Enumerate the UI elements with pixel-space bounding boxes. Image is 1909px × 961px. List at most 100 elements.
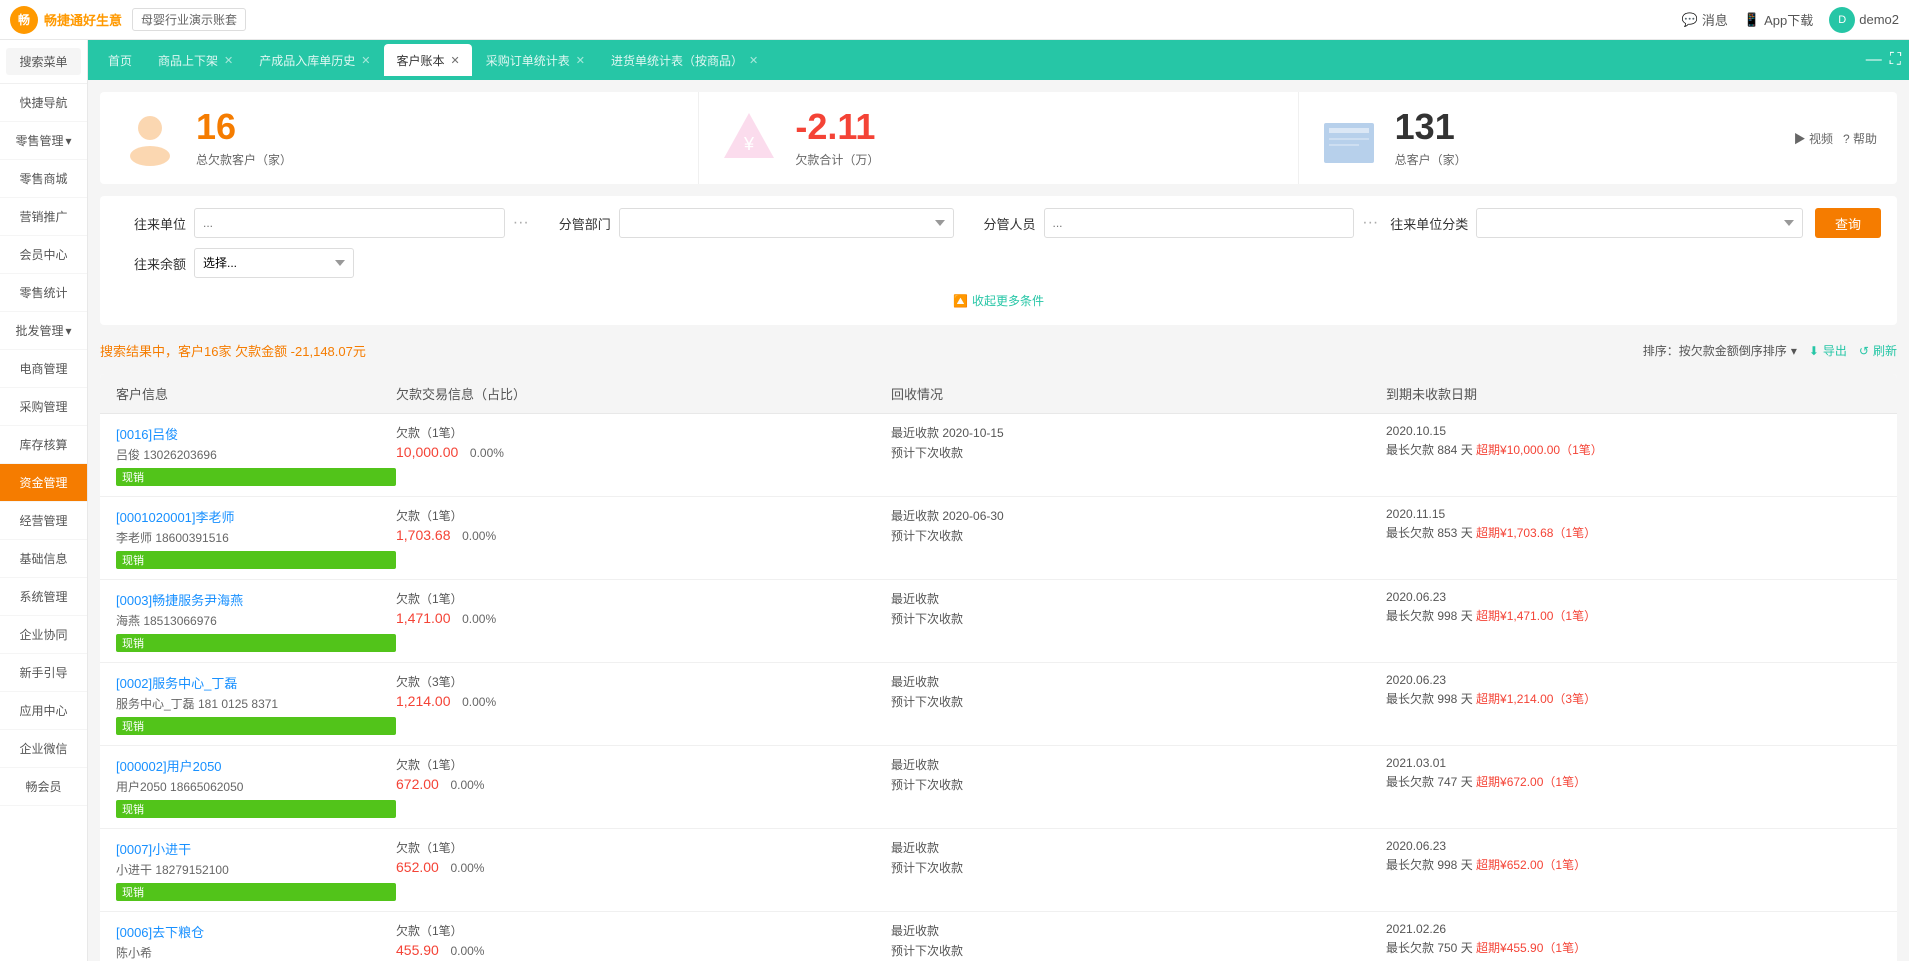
debt-percent-2: 0.00% [462,529,496,543]
customer-tag-5: 现销 [116,800,396,818]
sidebar: 搜索菜单 快捷导航 零售管理 ▾ 零售商城 营销推广 会员中心 零售统计 批 [0,40,88,961]
tab-product-off[interactable]: 商品上下架 ✕ [146,44,245,76]
recovery-info-6: 最近收款 预计下次收款 [891,839,1386,876]
filter-area: 往来单位 ··· 分管部门 分管人员 [100,196,1897,325]
sidebar-item-basic-info[interactable]: 基础信息 [0,540,87,578]
customer-info-2: [0001020001]李老师 李老师 18600391516 现销 [116,507,396,569]
tab-close-purchase-order[interactable]: ✕ [576,54,585,67]
overdue-link-5[interactable]: 超期¥672.00（1笔） [1476,775,1586,789]
sidebar-item-finance[interactable]: 资金管理 [0,464,87,502]
tab-expand-btn[interactable]: ⛶ [1890,51,1901,69]
debt-amount-2: 1,703.68 [396,527,451,543]
tab-close-customer-account[interactable]: ✕ [451,54,460,67]
stat-icon-total [1319,108,1379,168]
sidebar-item-marketing[interactable]: 营销推广 [0,198,87,236]
tab-close-product-off[interactable]: ✕ [224,54,233,67]
search-menu-btn[interactable]: 搜索菜单 [6,48,81,75]
overdue-link-3[interactable]: 超期¥1,471.00（1笔） [1476,609,1596,623]
filter-manager-dots[interactable]: ··· [1362,214,1378,232]
sidebar-item-inventory[interactable]: 库存核算 [0,426,87,464]
tab-home[interactable]: 首页 [96,44,144,76]
customer-name-link-3[interactable]: [0003]畅捷服务尹海燕 [116,590,396,609]
customer-name-link-4[interactable]: [0002]服务中心_丁磊 [116,673,396,692]
sidebar-item-quick-nav[interactable]: 快捷导航 [0,84,87,122]
sidebar-item-retail-mall[interactable]: 零售商城 [0,160,87,198]
tab-customer-account[interactable]: 客户账本 ✕ [384,44,471,76]
filter-from-unit-dots[interactable]: ··· [513,214,529,232]
refresh-btn[interactable]: ↺ 刷新 [1859,342,1897,359]
sidebar-item-enterprise[interactable]: 企业协同 [0,616,87,654]
filter-balance-label: 往来余额 [116,254,186,273]
customer-contact-1: 吕俊 13026203696 [116,446,396,463]
sidebar-item-app-center[interactable]: 应用中心 [0,692,87,730]
sidebar-item-retail-mgmt[interactable]: 零售管理 ▾ [0,122,87,160]
overdue-link-4[interactable]: 超期¥1,214.00（3笔） [1476,692,1596,706]
tab-close-import-stats[interactable]: ✕ [749,54,758,67]
stat-number-customers: 16 [196,109,678,145]
customer-contact-5: 用户2050 18665062050 [116,778,396,795]
customer-contact-7: 陈小希 [116,944,396,961]
stat-label-total: 总客户（家） [1395,151,1762,168]
stat-label-customers: 总欠款客户（家） [196,151,678,168]
message-btn[interactable]: 💬 消息 [1682,10,1728,29]
stat-card-total-debt: ¥ -2.11 欠款合计（万） [699,92,1298,184]
customer-info-6: [0007]小进干 小进干 18279152100 现销 [116,839,396,901]
overdue-link-1[interactable]: 超期¥10,000.00（1笔） [1476,443,1603,457]
stat-content-debt: -2.11 欠款合计（万） [795,109,1277,168]
customer-name-link-1[interactable]: [0016]吕俊 [116,424,396,443]
customer-name-link-5[interactable]: [000002]用户2050 [116,756,396,775]
export-btn[interactable]: ⬇ 导出 [1809,342,1847,359]
sidebar-item-ecommerce[interactable]: 电商管理 [0,350,87,388]
sidebar-item-batch-mgmt[interactable]: 批发管理 ▾ [0,312,87,350]
customer-name-link-7[interactable]: [0006]去下粮仓 [116,922,396,941]
customer-contact-4: 服务中心_丁磊 181 0125 8371 [116,695,396,712]
stat-card-actions: ▶ 视频 ? 帮助 [1778,130,1877,147]
sidebar-item-system[interactable]: 系统管理 [0,578,87,616]
debt-label-7: 欠款（1笔） [396,922,891,939]
tab-purchase-order-stats[interactable]: 采购订单统计表 ✕ [474,44,597,76]
sidebar-item-purchase[interactable]: 采购管理 [0,388,87,426]
filter-manager-input[interactable] [1044,208,1355,238]
tab-production-history[interactable]: 产成品入库单历史 ✕ [247,44,382,76]
overdue-info-4: 2020.06.23 最长欠款 998 天 超期¥1,214.00（3笔） [1386,673,1881,707]
sidebar-item-operations[interactable]: 经营管理 [0,502,87,540]
tab-close-production-history[interactable]: ✕ [361,54,370,67]
overdue-link-2[interactable]: 超期¥1,703.68（1笔） [1476,526,1596,540]
sidebar-item-new-guide[interactable]: 新手引导 [0,654,87,692]
filter-from-unit: 往来单位 ··· [116,208,529,238]
sort-button[interactable]: 排序：按欠款金额倒序排序 ▾ [1643,342,1797,359]
store-selector[interactable]: 母婴行业演示账套 [132,8,246,31]
customer-tag-4: 现销 [116,717,396,735]
customer-info-1: [0016]吕俊 吕俊 13026203696 现销 [116,424,396,486]
tab-collapse-btn[interactable]: — [1866,51,1882,69]
debt-label-2: 欠款（1笔） [396,507,891,524]
filter-dept-select[interactable] [619,208,954,238]
sidebar-item-enterprise-wechat[interactable]: 企业微信 [0,730,87,768]
overdue-link-6[interactable]: 超期¥652.00（1笔） [1476,858,1586,872]
filter-balance-select[interactable]: 选择... [194,248,354,278]
filter-from-unit-input[interactable] [194,208,505,238]
user-profile[interactable]: D demo2 [1829,7,1899,33]
sidebar-item-member[interactable]: 会员中心 [0,236,87,274]
sidebar-item-vip[interactable]: 畅会员 [0,768,87,806]
stat-number-debt: -2.11 [795,109,1277,145]
col-recovery: 回收情况 [891,384,1386,403]
app-download-btn[interactable]: 📱 App下载 [1744,10,1813,29]
avatar: D [1829,7,1855,33]
logo-area: 畅 畅捷通好生意 [10,6,122,34]
customer-name-link-2[interactable]: [0001020001]李老师 [116,507,396,526]
results-actions: 排序：按欠款金额倒序排序 ▾ ⬇ 导出 ↺ 刷新 [1643,342,1897,359]
tab-import-stats[interactable]: 进货单统计表（按商品） ✕ [599,44,770,76]
search-button[interactable]: 查询 [1815,208,1881,238]
top-bar-right: 💬 消息 📱 App下载 D demo2 [1682,7,1899,33]
filter-unit-category-select[interactable] [1476,208,1803,238]
message-icon: 💬 [1682,12,1698,28]
filter-unit-category-label: 往来单位分类 [1390,214,1468,233]
help-btn[interactable]: ? 帮助 [1843,130,1877,147]
sidebar-item-retail-stats[interactable]: 零售统计 [0,274,87,312]
collapse-btn[interactable]: 🔼 收起更多条件 [116,288,1881,313]
overdue-link-7[interactable]: 超期¥455.90（1笔） [1476,941,1586,955]
customer-name-link-6[interactable]: [0007]小进干 [116,839,396,858]
video-btn[interactable]: ▶ 视频 [1794,130,1833,147]
debt-label-5: 欠款（1笔） [396,756,891,773]
